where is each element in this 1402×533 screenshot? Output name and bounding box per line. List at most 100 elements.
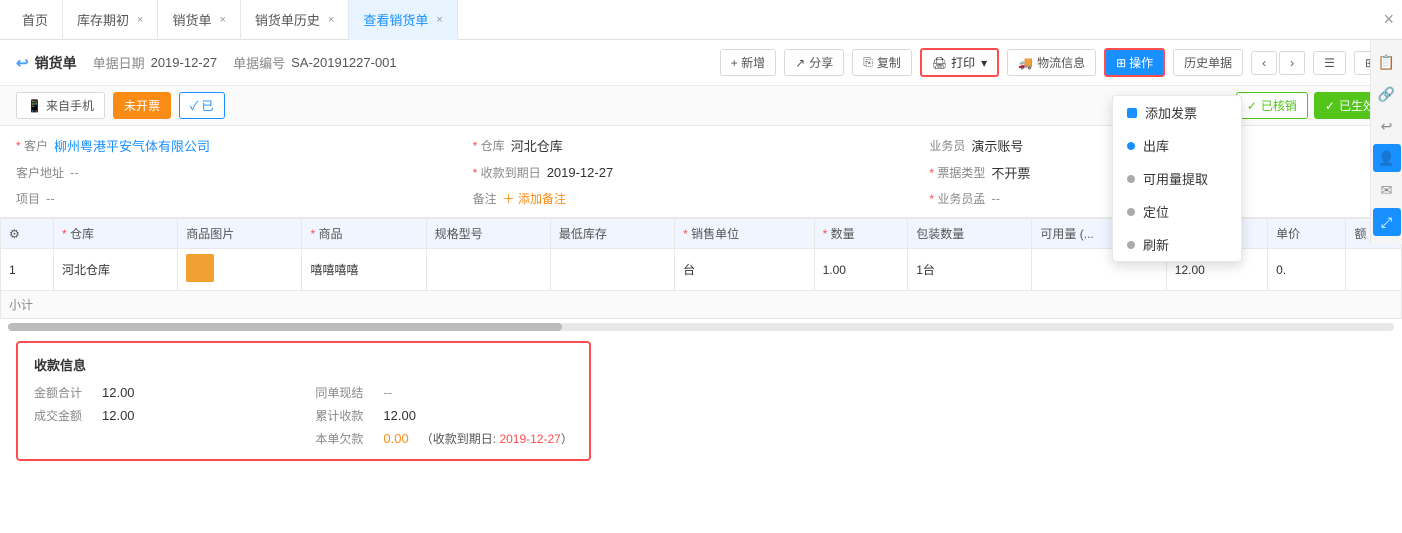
current-owed-row: 本单欠款 0.00 （收款到期日: 2019-12-27） [315,430,572,447]
sidebar-icon-4[interactable]: 👤 [1373,144,1401,172]
sidebar-icon-expand[interactable]: ⤢ [1373,208,1401,236]
copy-button[interactable]: ⎘ 复制 [852,49,912,76]
history-label: 历史单据 [1184,54,1232,71]
cumulative-label: 累计收款 [315,407,375,424]
scrollbar-thumb [8,323,562,331]
tab-inventory-init[interactable]: 库存期初 × [63,0,158,40]
operations-button[interactable]: ⊞ 操作 [1104,48,1165,77]
print-icon: 🖨 [932,56,947,70]
total-amount-value: 12.00 [102,385,135,400]
close-all-tabs[interactable]: × [1383,9,1394,30]
sidebar-icon-3[interactable]: ↩ [1373,112,1401,140]
check-circle-icon: ✓ [1247,99,1257,113]
bill-type-value: 不开票 [991,163,1030,182]
project-label: 项目 [16,190,40,207]
view-toggle-list[interactable]: ☰ [1313,51,1346,75]
add-invoice-label: 添加发票 [1145,103,1197,122]
available-qty-label: 可用量提取 [1143,169,1208,188]
not-opened-label: 未开票 [124,97,160,114]
warehouse-field: 仓库 河北仓库 [473,136,930,155]
outbound-label: 出库 [1143,136,1169,155]
operations-dropdown: 添加发票 出库 可用量提取 定位 刷新 [1112,95,1242,262]
doc-type-icon: ↩ [16,54,29,72]
tab-sales-order-close[interactable]: × [219,14,225,26]
not-opened-button[interactable]: 未开票 [113,92,171,119]
customer-value[interactable]: 柳州粤港平安气体有限公司 [54,136,210,155]
number-value: SA-20191227-001 [291,55,397,70]
tab-view-sales-close[interactable]: × [436,14,442,26]
doc-actions: + 新增 ↗ 分享 ⎘ 复制 🖨 打印 ▾ 🚚 物流信息 [720,48,1386,77]
dropdown-outbound[interactable]: 出库 [1113,129,1241,162]
total-amount-label: 金额合计 [34,384,94,401]
share-button[interactable]: ↗ 分享 [784,49,844,76]
confirm-btn[interactable]: ✓ 已 [179,92,225,119]
from-mobile-button[interactable]: 📱 来自手机 [16,92,105,119]
doc-type-label: 销货单 [35,53,77,73]
due-hint: （收款到期日: 2019-12-27） [421,430,573,447]
payment-grid: 金额合计 12.00 同单现结 -- 成交金额 12.00 累计收款 12.00 [34,384,573,447]
payment-title: 收款信息 [34,355,573,374]
add-note-button[interactable]: ＋ 添加备注 [503,190,566,207]
from-mobile-label: 来自手机 [46,97,94,114]
address-value: -- [70,165,79,180]
dropdown-available-qty[interactable]: 可用量提取 [1113,162,1241,195]
tab-sales-history-close[interactable]: × [328,14,334,26]
sidebar-icon-1[interactable]: 📋 [1373,48,1401,76]
prev-button[interactable]: ‹ [1251,51,1277,75]
locate-label: 定位 [1143,202,1169,221]
transaction-amount-row: 成交金额 12.00 [34,407,291,424]
sidebar-icon-2[interactable]: 🔗 [1373,80,1401,108]
already-cancelled-label: 已核销 [1261,97,1297,114]
copy-label: 复制 [877,54,901,71]
payment-info: 收款信息 金额合计 12.00 同单现结 -- 成交金额 12.00 [16,341,591,461]
row-warehouse: 河北仓库 [54,249,178,291]
due-date-label: 收款到期日 [473,164,541,181]
doc-meta-date: 单据日期 2019-12-27 [93,53,218,72]
subtotal-label: 小计 [1,291,1402,319]
dropdown-refresh[interactable]: 刷新 [1113,228,1241,261]
current-owed-value: 0.00 [383,431,408,446]
dropdown-locate[interactable]: 定位 [1113,195,1241,228]
print-button[interactable]: 🖨 打印 ▾ [920,48,999,77]
tab-home-label: 首页 [22,10,48,29]
logistics-label: 物流信息 [1037,54,1085,71]
col-settings[interactable]: ⚙ [1,219,54,249]
customer-label: 客户 [16,137,48,154]
customer-field: 客户 柳州粤港平安气体有限公司 [16,136,473,155]
right-sidebar: 📋 🔗 ↩ 👤 ✉ ⤢ [1370,40,1402,244]
total-amount-row: 金额合计 12.00 [34,384,291,401]
next-button[interactable]: › [1279,51,1305,75]
tab-sales-order-label: 销货单 [172,10,211,29]
row-extra [1346,249,1402,291]
cumulative-row: 累计收款 12.00 [315,407,572,424]
new-button[interactable]: + 新增 [720,49,776,76]
subtotal-row: 小计 [1,291,1402,319]
sidebar-icon-5[interactable]: ✉ [1373,176,1401,204]
tab-inventory-init-close[interactable]: × [137,14,143,26]
logistics-button[interactable]: 🚚 物流信息 [1007,49,1096,76]
outbound-icon [1127,142,1135,150]
share-label: 分享 [809,54,833,71]
col-warehouse: * 仓库 [54,219,178,249]
horizontal-scrollbar[interactable] [8,323,1394,331]
print-label: 打印 [951,54,975,71]
sales-staff-value: -- [991,191,1000,206]
tab-home[interactable]: 首页 [8,0,63,40]
history-button[interactable]: 历史单据 [1173,49,1243,76]
already-cancelled-button[interactable]: ✓ 已核销 [1236,92,1308,119]
status-buttons: ✓ 已核销 ✓ 已生效 [1236,92,1386,119]
same-order-value: -- [383,385,392,400]
share-icon: ↗ [795,56,805,70]
tab-view-sales-label: 查看销货单 [363,10,428,29]
tab-view-sales[interactable]: 查看销货单 × [349,0,457,40]
tab-sales-order[interactable]: 销货单 × [158,0,240,40]
col-quantity: * 数量 [814,219,908,249]
tab-sales-history[interactable]: 销货单历史 × [241,0,349,40]
col-spec: 规格型号 [426,219,550,249]
dropdown-add-invoice[interactable]: 添加发票 [1113,96,1241,129]
row-quantity: 1.00 [814,249,908,291]
print-dropdown-icon: ▾ [981,56,987,70]
row-sales-unit: 台 [675,249,815,291]
same-order-row: 同单现结 -- [315,384,572,401]
staff-label: 业务员 [929,137,965,154]
